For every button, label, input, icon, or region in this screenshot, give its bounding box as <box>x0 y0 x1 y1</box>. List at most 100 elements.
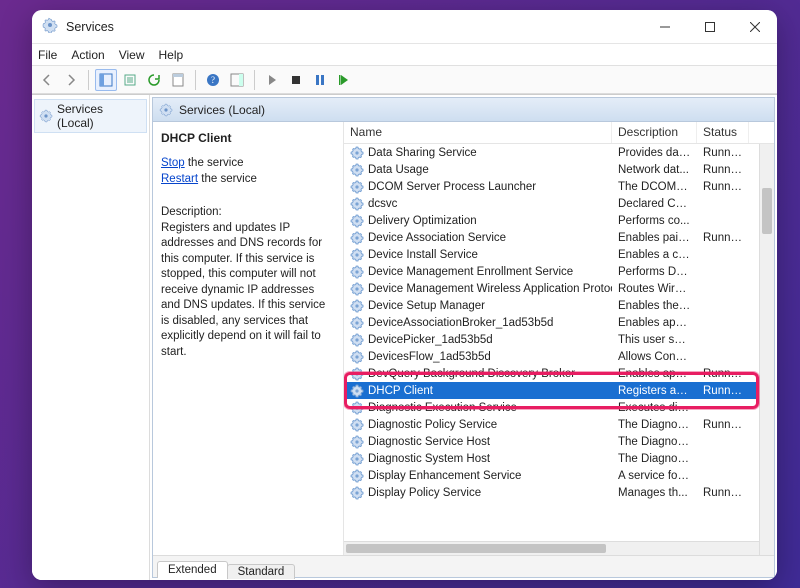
menu-view[interactable]: View <box>119 48 145 62</box>
restart-suffix: the service <box>198 173 257 185</box>
table-row[interactable]: DevicesFlow_1ad53b5dAllows Conn... <box>344 348 774 365</box>
row-name: Delivery Optimization <box>368 215 477 227</box>
gear-icon <box>39 109 53 123</box>
tab-standard[interactable]: Standard <box>227 564 296 579</box>
service-detail-panel: DHCP Client Stop the service Restart the… <box>153 122 343 555</box>
forward-button[interactable] <box>60 69 82 91</box>
minimize-button[interactable] <box>642 10 687 44</box>
table-row[interactable]: Delivery OptimizationPerforms co... <box>344 212 774 229</box>
toolbar-separator <box>254 70 255 90</box>
back-button[interactable] <box>36 69 58 91</box>
gear-icon <box>350 435 364 449</box>
row-desc: The Diagnos... <box>612 419 697 431</box>
menu-action[interactable]: Action <box>71 48 104 62</box>
row-name: Device Setup Manager <box>368 300 485 312</box>
gear-icon <box>350 265 364 279</box>
table-row[interactable]: DCOM Server Process LauncherThe DCOML...… <box>344 178 774 195</box>
row-desc: Allows Conn... <box>612 351 697 363</box>
row-name: Diagnostic Execution Service <box>368 402 517 414</box>
table-row[interactable]: Display Enhancement ServiceA service for… <box>344 467 774 484</box>
table-row[interactable]: Data UsageNetwork dat...Running <box>344 161 774 178</box>
row-desc: Routes Wirel... <box>612 283 697 295</box>
row-status: Running <box>697 147 749 159</box>
menu-file[interactable]: File <box>38 48 57 62</box>
table-row[interactable]: Data Sharing ServiceProvides dat...Runni… <box>344 144 774 161</box>
row-status: Running <box>697 419 749 431</box>
stop-service-button[interactable] <box>285 69 307 91</box>
table-row[interactable]: DevQuery Background Discovery BrokerEnab… <box>344 365 774 382</box>
table-row[interactable]: Device Setup Manager Enables the ... <box>344 297 774 314</box>
maximize-button[interactable] <box>687 10 732 44</box>
menu-help[interactable]: Help <box>159 48 184 62</box>
horizontal-scroll-thumb[interactable] <box>346 544 606 553</box>
table-row[interactable]: Device Install ServiceEnables a co... <box>344 246 774 263</box>
row-desc: The Diagnos... <box>612 453 697 465</box>
view-tabs: Extended Standard <box>153 555 774 577</box>
body: Services (Local) Services (Local) DHCP C… <box>32 94 777 580</box>
help-button[interactable]: ? <box>202 69 224 91</box>
row-desc: Enables the ... <box>612 300 697 312</box>
stop-line: Stop the service <box>161 156 333 172</box>
table-row[interactable]: Diagnostic Service Host The Diagnos... <box>344 433 774 450</box>
gear-icon <box>350 282 364 296</box>
column-header-status[interactable]: Status <box>697 122 749 143</box>
row-status: Running <box>697 232 749 244</box>
gear-icon <box>350 146 364 160</box>
gear-icon <box>350 299 364 313</box>
pane-header: Services (Local) <box>153 98 774 122</box>
show-hide-action-pane-button[interactable] <box>226 69 248 91</box>
gear-icon <box>350 367 364 381</box>
row-name: DCOM Server Process Launcher <box>368 181 536 193</box>
row-name: Diagnostic System Host <box>368 453 490 465</box>
row-name: Device Install Service <box>368 249 478 261</box>
table-row[interactable]: Display Policy Service Manages th...Runni… <box>344 484 774 501</box>
table-row[interactable]: DevicePicker_1ad53b5dThis user ser... <box>344 331 774 348</box>
table-row[interactable]: DeviceAssociationBroker_1ad53b5dEnables … <box>344 314 774 331</box>
refresh-button[interactable] <box>143 69 165 91</box>
row-name: Device Association Service <box>368 232 506 244</box>
row-name: Diagnostic Service Host <box>368 436 490 448</box>
row-name: Display Policy Service <box>368 487 481 499</box>
pause-service-button[interactable] <box>309 69 331 91</box>
row-name: Diagnostic Policy Service <box>368 419 497 431</box>
gear-icon <box>350 333 364 347</box>
stop-link[interactable]: Stop <box>161 157 185 169</box>
restart-service-button[interactable] <box>333 69 355 91</box>
row-desc: Manages th... <box>612 487 697 499</box>
tree-root-services-local[interactable]: Services (Local) <box>34 99 147 133</box>
show-hide-tree-button[interactable] <box>95 69 117 91</box>
properties-button[interactable] <box>167 69 189 91</box>
pane-header-text: Services (Local) <box>179 103 265 117</box>
start-service-button[interactable] <box>261 69 283 91</box>
table-row[interactable]: Device Management Wireless Application P… <box>344 280 774 297</box>
tree-pane: Services (Local) <box>32 95 150 580</box>
gear-icon <box>350 384 364 398</box>
table-row[interactable]: Diagnostic Policy Service The Diagnos...R… <box>344 416 774 433</box>
table-row[interactable]: Diagnostic System Host The Diagnos... <box>344 450 774 467</box>
tab-extended[interactable]: Extended <box>157 561 228 578</box>
table-row[interactable]: Diagnostic Execution ServiceExecutes dia… <box>344 399 774 416</box>
table-row[interactable]: Device Association ServiceEnables pairi.… <box>344 229 774 246</box>
column-header-desc[interactable]: Description <box>612 122 697 143</box>
table-row[interactable]: DHCP ClientRegisters an...Running <box>344 382 774 399</box>
row-name: Display Enhancement Service <box>368 470 521 482</box>
row-desc: The Diagnos... <box>612 436 697 448</box>
export-list-button[interactable] <box>119 69 141 91</box>
table-row[interactable]: Device Management Enrollment ServicePerf… <box>344 263 774 280</box>
row-desc: Enables app... <box>612 317 697 329</box>
row-name: DHCP Client <box>368 385 433 397</box>
gear-icon <box>350 350 364 364</box>
restart-link[interactable]: Restart <box>161 173 198 185</box>
row-desc: Provides dat... <box>612 147 697 159</box>
close-button[interactable] <box>732 10 777 44</box>
vertical-scroll-thumb[interactable] <box>762 188 772 234</box>
vertical-scrollbar[interactable] <box>759 144 774 555</box>
window-title: Services <box>66 20 114 34</box>
row-status: Running <box>697 487 749 499</box>
column-header-name[interactable]: Name <box>344 122 612 143</box>
service-list: Name Description Status Data Sharing Ser… <box>343 122 774 555</box>
gear-icon <box>159 103 173 117</box>
table-row[interactable]: dcsvcDeclared Co... <box>344 195 774 212</box>
svg-text:?: ? <box>211 75 215 85</box>
horizontal-scrollbar[interactable] <box>344 541 759 555</box>
